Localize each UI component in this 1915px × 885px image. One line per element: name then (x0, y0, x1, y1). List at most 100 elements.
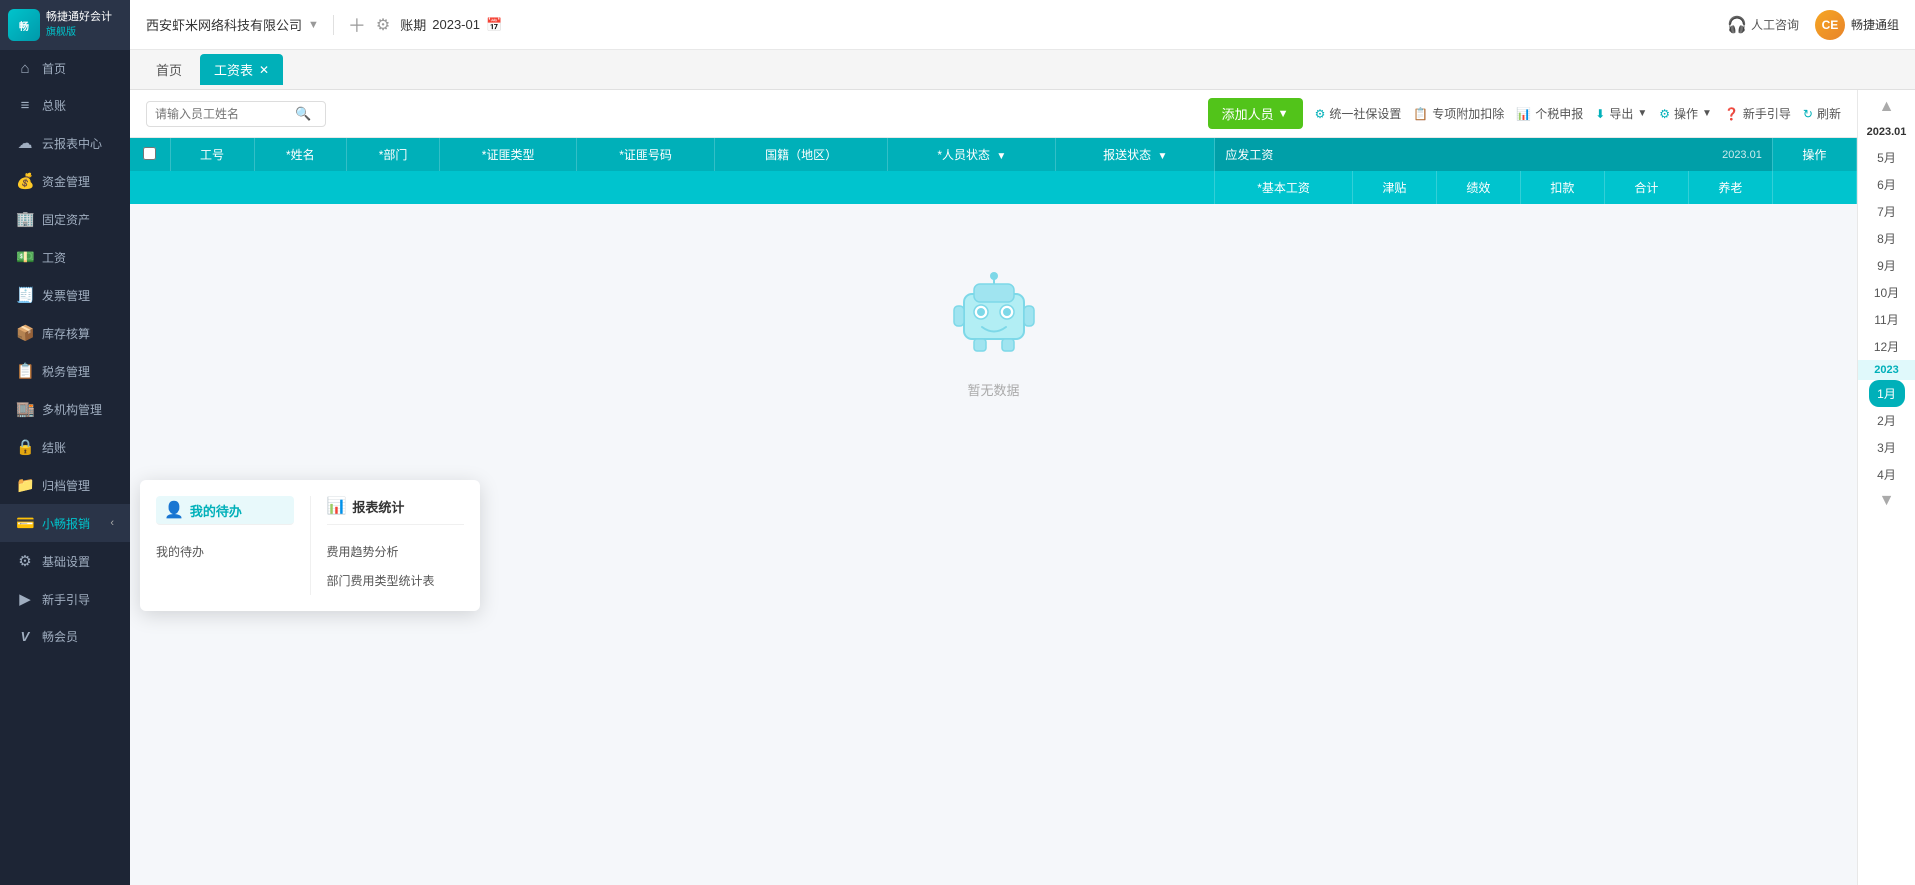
empty-state: 暂无数据 (130, 204, 1857, 459)
th-actions: 操作 (1772, 138, 1856, 171)
month-9[interactable]: 9月 (1858, 252, 1915, 279)
special-deduct-button[interactable]: 📋 专项附加扣除 (1413, 105, 1504, 122)
month-10[interactable]: 10月 (1858, 279, 1915, 306)
content-area: 🔍 添加人员 ▼ ⚙ 统一社保设置 📋 专项附加扣除 (130, 90, 1915, 885)
month-5[interactable]: 5月 (1858, 144, 1915, 171)
sidebar-item-tax[interactable]: 📋 税务管理 (0, 352, 130, 390)
sidebar-item-salary[interactable]: 💵 工资 (0, 238, 130, 276)
guide-toolbar-icon: ❓ (1724, 107, 1739, 121)
sidebar-item-xiao[interactable]: 💳 小畅报销 ‹ (0, 504, 130, 542)
user-menu[interactable]: CE 畅捷通组 (1815, 10, 1899, 40)
th-total: 合计 (1604, 171, 1688, 204)
sidebar-item-basic[interactable]: ⚙ 基础设置 (0, 542, 130, 580)
refresh-icon: ↻ (1803, 107, 1813, 121)
service-button[interactable]: 🎧 人工咨询 (1727, 15, 1799, 35)
closing-icon: 🔒 (16, 438, 34, 456)
month-12[interactable]: 12月 (1858, 333, 1915, 360)
th-cert-type: *证匪类型 (439, 138, 576, 171)
empty-text: 暂无数据 (967, 380, 1019, 399)
toolbar-actions: 添加人员 ▼ ⚙ 统一社保设置 📋 专项附加扣除 📊 个税申报 (1208, 98, 1841, 129)
tax-report-button[interactable]: 📊 个税申报 (1516, 105, 1583, 122)
logo-text: 畅捷通好会计 旗舰版 (46, 10, 112, 39)
search-input[interactable] (155, 107, 295, 121)
fund-icon: 💰 (16, 172, 34, 190)
send-filter-icon: ▼ (1158, 151, 1168, 162)
salary-toolbar: 🔍 添加人员 ▼ ⚙ 统一社保设置 📋 专项附加扣除 (130, 90, 1857, 138)
popup-item-todo[interactable]: 我的待办 (156, 537, 294, 566)
tab-close-salary[interactable]: ✕ (259, 63, 269, 77)
tab-salary[interactable]: 工资表 ✕ (200, 54, 283, 85)
tab-home[interactable]: 首页 (142, 54, 196, 85)
select-all-checkbox[interactable] (143, 147, 156, 160)
tax-report-icon: 📊 (1516, 107, 1531, 121)
month-3[interactable]: 3月 (1858, 434, 1915, 461)
popup-item-trend[interactable]: 费用趋势分析 (327, 537, 465, 566)
sidebar-item-multi[interactable]: 🏬 多机构管理 (0, 390, 130, 428)
sidebar-item-ledger[interactable]: ≡ 总账 (0, 87, 130, 124)
app-logo: 畅 畅捷通好会计 旗舰版 (0, 0, 130, 50)
home-icon: ⌂ (16, 60, 34, 77)
month-2[interactable]: 2月 (1858, 407, 1915, 434)
popup-item-dept-report[interactable]: 部门费用类型统计表 (327, 566, 465, 595)
add-company-icon[interactable]: ＋ (348, 12, 366, 38)
headset-icon: 🎧 (1727, 15, 1747, 35)
logo-icon: 畅 (8, 9, 40, 41)
special-icon: 📋 (1413, 107, 1428, 121)
sidebar-item-assets[interactable]: 🏢 固定资产 (0, 200, 130, 238)
th-status[interactable]: *人员状态 ▼ (888, 138, 1056, 171)
company-chevron-icon: ▼ (308, 19, 319, 31)
sidebar-item-member[interactable]: V 畅会员 (0, 618, 130, 655)
search-box[interactable]: 🔍 (146, 101, 326, 127)
sidebar-item-invoice[interactable]: 🧾 发票管理 (0, 276, 130, 314)
sidebar-item-cloud[interactable]: ☁ 云报表中心 (0, 124, 130, 162)
th-dept: *部门 (347, 138, 440, 171)
period-selector[interactable]: 账期 2023-01 📅 (400, 15, 502, 34)
month-nav-down[interactable]: ▼ (1879, 488, 1895, 514)
add-person-button[interactable]: 添加人员 ▼ (1208, 98, 1303, 129)
th-country: 国籍（地区） (714, 138, 888, 171)
th-base: *基本工资 (1215, 171, 1352, 204)
month-7[interactable]: 7月 (1858, 198, 1915, 225)
cloud-icon: ☁ (16, 134, 34, 152)
month-1-active[interactable]: 1月 (1869, 380, 1905, 407)
th-cert-num: *证匪号码 (577, 138, 714, 171)
tabbar: 首页 工资表 ✕ (130, 50, 1915, 90)
month-nav-up[interactable]: ▲ (1879, 94, 1895, 120)
assets-icon: 🏢 (16, 210, 34, 228)
th-deduct: 扣款 (1520, 171, 1604, 204)
archive-icon: 📁 (16, 476, 34, 494)
guide-button[interactable]: ❓ 新手引导 (1724, 105, 1791, 122)
empty-robot-icon (944, 264, 1044, 364)
settings-icon[interactable]: ⚙ (376, 15, 390, 35)
sidebar-item-archive[interactable]: 📁 归档管理 (0, 466, 130, 504)
th-number: 工号 (170, 138, 254, 171)
refresh-button[interactable]: ↻ 刷新 (1803, 105, 1841, 122)
checkbox-header[interactable] (130, 138, 170, 171)
th-pension: 养老 (1688, 171, 1772, 204)
sidebar-item-guide[interactable]: ▶ 新手引导 (0, 580, 130, 618)
popup-col-todo: 👤 我的待办 我的待办 (156, 496, 294, 595)
export-button[interactable]: ⬇ 导出 ▼ (1595, 105, 1647, 122)
operate-button[interactable]: ⚙ 操作 ▼ (1659, 105, 1712, 122)
company-selector[interactable]: 西安虾米网络科技有限公司 ▼ (146, 15, 319, 34)
popup-col-todo-header: 👤 我的待办 (156, 496, 294, 525)
sidebar-item-inventory[interactable]: 📦 库存核算 (0, 314, 130, 352)
popup-divider (310, 496, 311, 595)
operate-icon: ⚙ (1659, 107, 1670, 121)
month-11[interactable]: 11月 (1858, 306, 1915, 333)
member-icon: V (16, 629, 34, 644)
social-settings-button[interactable]: ⚙ 统一社保设置 (1315, 105, 1402, 122)
th-send-status[interactable]: 报送状态 ▼ (1056, 138, 1215, 171)
sidebar-item-home[interactable]: ⌂ 首页 (0, 50, 130, 87)
sidebar-item-fund[interactable]: 💰 资金管理 (0, 162, 130, 200)
avatar: CE (1815, 10, 1845, 40)
month-8[interactable]: 8月 (1858, 225, 1915, 252)
export-icon: ⬇ (1595, 107, 1605, 121)
status-filter-icon: ▼ (996, 151, 1006, 162)
month-4[interactable]: 4月 (1858, 461, 1915, 488)
topbar-divider-1 (333, 15, 334, 35)
basic-icon: ⚙ (16, 552, 34, 570)
company-name: 西安虾米网络科技有限公司 (146, 15, 302, 34)
sidebar-item-closing[interactable]: 🔒 结账 (0, 428, 130, 466)
month-6[interactable]: 6月 (1858, 171, 1915, 198)
